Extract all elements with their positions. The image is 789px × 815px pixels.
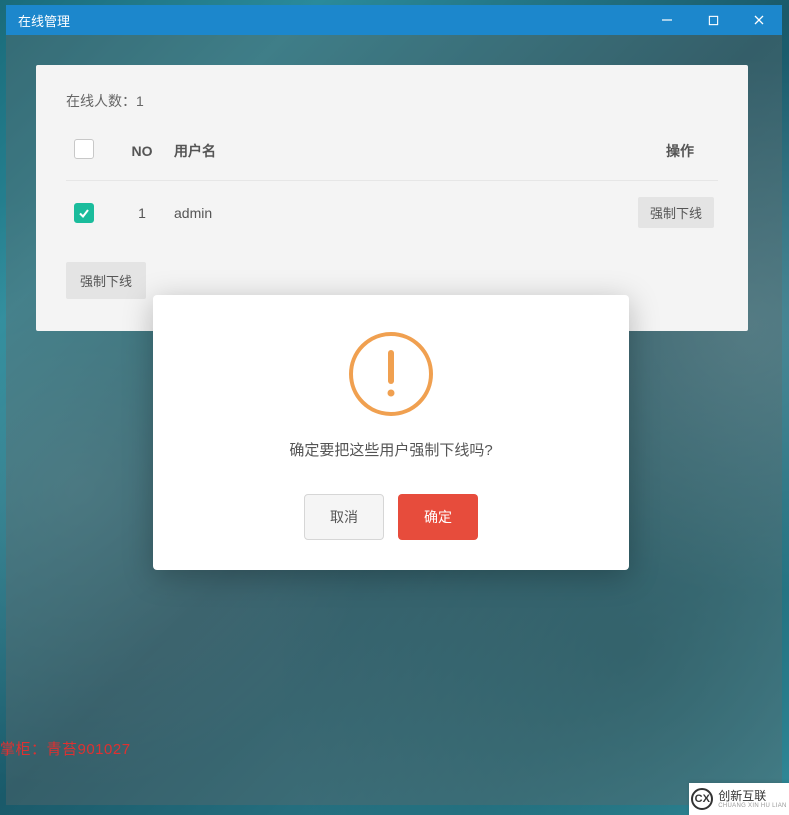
titlebar: 在线管理 [6,5,782,35]
brand-name: 创新互联 [718,790,786,802]
online-count-label: 在线人数：1 [66,91,718,111]
online-count-value: 1 [136,93,144,109]
table-row: 1 admin 强制下线 [66,181,718,245]
brand-logo: CX [691,788,713,810]
online-count-prefix: 在线人数： [66,93,136,109]
select-all-checkbox[interactable] [74,139,94,159]
brand-sub: CHUANG XIN HU LIAN [718,803,786,809]
cancel-button[interactable]: 取消 [304,494,384,540]
row-checkbox[interactable] [74,203,94,223]
window-title: 在线管理 [18,11,644,30]
warning-icon [348,331,434,417]
users-table: NO 用户名 操作 1 admin [66,121,718,244]
force-offline-bulk-button[interactable]: 强制下线 [66,262,146,299]
watermark-text: 掌柜：青苔901027 [0,738,131,759]
force-offline-row-button[interactable]: 强制下线 [638,197,714,228]
maximize-icon [708,15,719,26]
row-username: admin [166,181,598,245]
minimize-icon [661,14,673,26]
online-users-panel: 在线人数：1 NO 用户名 操作 [36,65,748,331]
row-no: 1 [118,181,166,245]
col-header-action: 操作 [598,121,718,181]
col-header-username: 用户名 [166,121,598,181]
modal-buttons: 取消 确定 [173,494,609,540]
col-header-no: NO [118,121,166,181]
maximize-button[interactable] [690,5,736,35]
close-button[interactable] [736,5,782,35]
brand-text: 创新互联 CHUANG XIN HU LIAN [718,790,786,809]
close-icon [753,14,765,26]
check-icon [78,207,90,219]
confirm-modal: 确定要把这些用户强制下线吗? 取消 确定 [153,295,629,570]
modal-message: 确定要把这些用户强制下线吗? [173,439,609,460]
confirm-button[interactable]: 确定 [398,494,478,540]
minimize-button[interactable] [644,5,690,35]
window-controls [644,5,782,35]
brand-badge: CX 创新互联 CHUANG XIN HU LIAN [689,783,789,815]
